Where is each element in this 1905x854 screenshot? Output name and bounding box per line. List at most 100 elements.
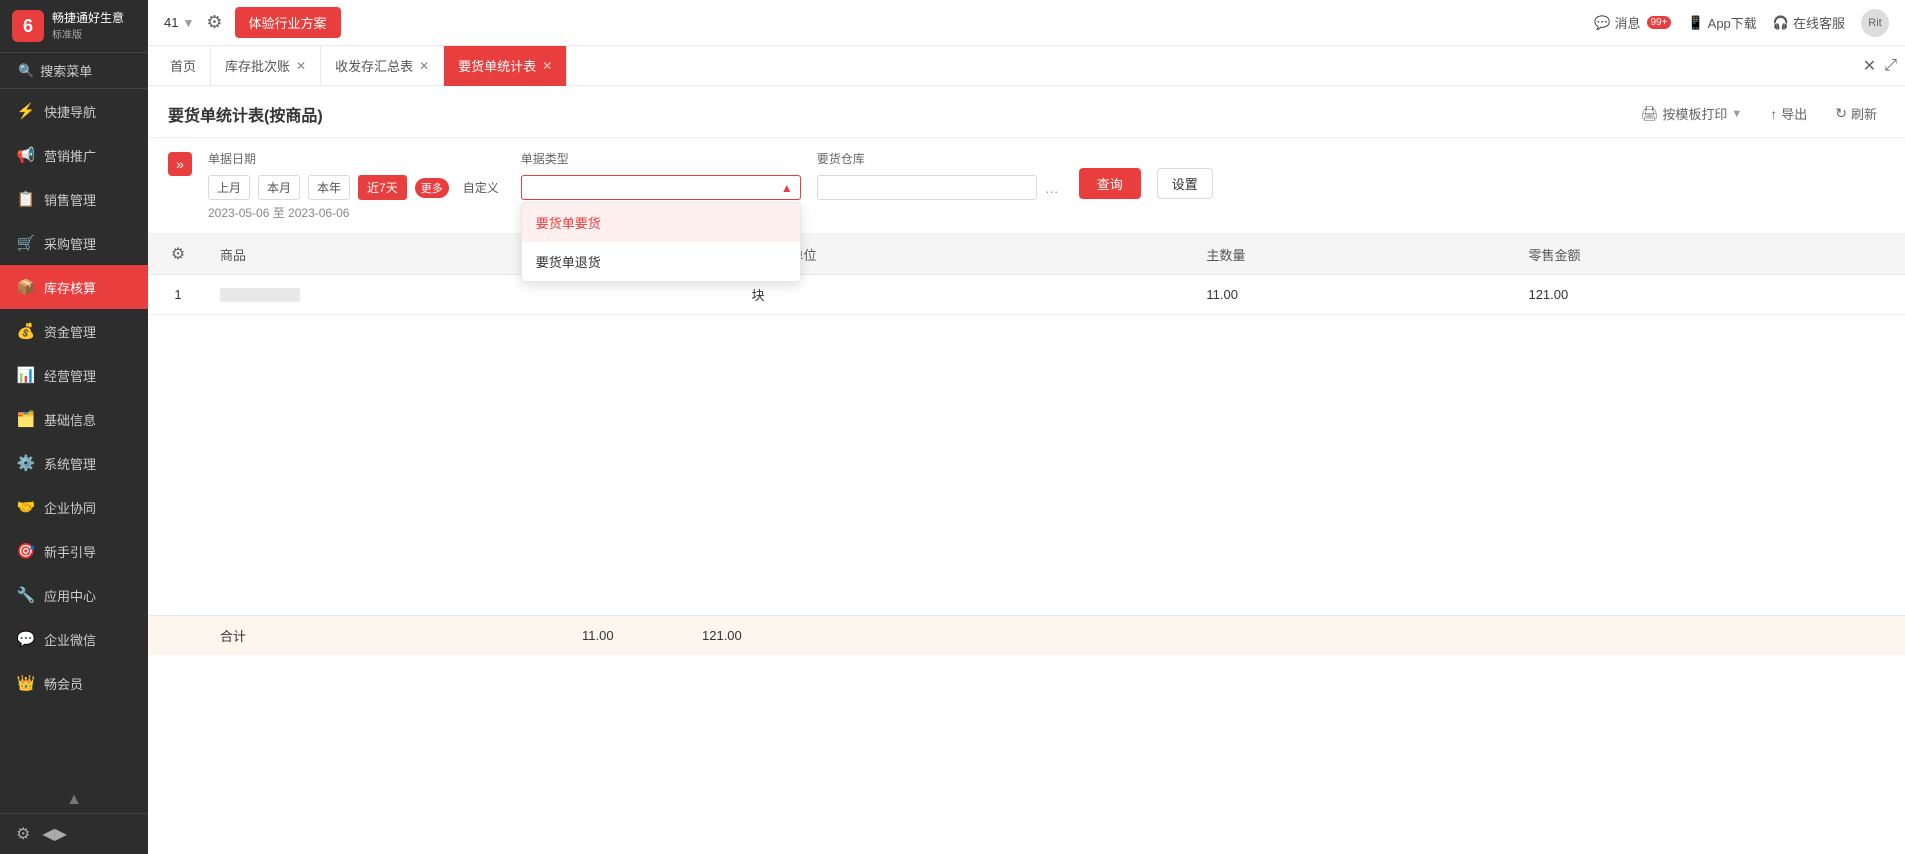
- col-quantity: 主数量: [1194, 234, 1516, 275]
- col-settings[interactable]: ⚙: [148, 234, 208, 275]
- date-range-display: 2023-05-06 至 2023-06-06: [208, 204, 505, 221]
- sidebar-item-apps[interactable]: 🔧 应用中心: [0, 573, 148, 617]
- sidebar-item-purchase[interactable]: 🛒 采购管理: [0, 221, 148, 265]
- app-logo-icon: 6: [12, 10, 44, 42]
- this-month-button[interactable]: 本月: [258, 175, 300, 200]
- sidebar-item-label: 企业协同: [44, 498, 96, 517]
- sidebar-item-guide[interactable]: 🎯 新手引导: [0, 529, 148, 573]
- refresh-label: 刷新: [1851, 104, 1877, 123]
- sidebar-search-label: 搜索菜单: [40, 61, 92, 80]
- sidebar-item-label: 快捷导航: [44, 102, 96, 121]
- sidebar-item-quick-nav[interactable]: ⚡ 快捷导航: [0, 89, 148, 133]
- purchase-icon: 🛒: [16, 233, 36, 253]
- tab-fullscreen-icon[interactable]: ⤢: [1884, 57, 1897, 75]
- sidebar-item-label: 基础信息: [44, 410, 96, 429]
- dropdown-item-order-return[interactable]: 要货单退货: [522, 242, 800, 281]
- system-icon: ⚙️: [16, 453, 36, 473]
- sidebar-item-system[interactable]: ⚙️ 系统管理: [0, 441, 148, 485]
- footer-row: 合计 11.00 121.00: [160, 626, 1893, 645]
- user-avatar[interactable]: Rit: [1861, 9, 1889, 37]
- warehouse-input[interactable]: [817, 175, 1037, 200]
- this-year-button[interactable]: 本年: [308, 175, 350, 200]
- tab-inventory-batch[interactable]: 库存批次账 ✕: [211, 46, 321, 86]
- sidebar-item-label: 畅会员: [44, 674, 83, 693]
- order-type-label: 单据类型: [521, 150, 801, 167]
- tab-receivable-summary-label: 收发存汇总表: [335, 56, 413, 75]
- apps-icon: 🔧: [16, 585, 36, 605]
- row-quantity: 11.00: [1194, 275, 1516, 315]
- warehouse-more-icon[interactable]: …: [1041, 180, 1063, 196]
- collapse-icon[interactable]: ◀▶: [42, 824, 67, 844]
- sidebar-nav: ⚡ 快捷导航 📢 营销推广 📋 销售管理 🛒 采购管理 📦 库存核算 💰 资金管…: [0, 89, 148, 787]
- dropdown-item-order-goods[interactable]: 要货单要货: [522, 203, 800, 242]
- tabs-bar: 首页 库存批次账 ✕ 收发存汇总表 ✕ 要货单统计表 ✕ ✕ ⤢: [148, 46, 1905, 86]
- export-label: 导出: [1781, 104, 1807, 123]
- sidebar-item-label: 资金管理: [44, 322, 96, 341]
- tab-home[interactable]: 首页: [156, 46, 211, 86]
- filter-expand-button[interactable]: »: [168, 152, 192, 176]
- app-download-button[interactable]: 📱 App下载: [1687, 13, 1756, 32]
- tab-home-label: 首页: [170, 56, 196, 75]
- customer-service-button[interactable]: 🎧 在线客服: [1773, 13, 1845, 32]
- tab-order-summary[interactable]: 要货单统计表 ✕: [444, 46, 567, 86]
- sidebar-item-label: 应用中心: [44, 586, 96, 605]
- page-content: 要货单统计表(按商品) 🖨 按模板打印 ▼ ↑ 导出 ↻ 刷新: [148, 86, 1905, 854]
- more-dates-button[interactable]: 更多: [415, 178, 449, 198]
- quick-nav-icon: ⚡: [16, 101, 36, 121]
- sidebar-item-wechat[interactable]: 💬 企业微信: [0, 617, 148, 661]
- messages-button[interactable]: 💬 消息 99+: [1594, 13, 1671, 32]
- tab-receivable-summary-close[interactable]: ✕: [419, 59, 429, 73]
- sidebar-item-enterprise[interactable]: 🤝 企业协同: [0, 485, 148, 529]
- sidebar-item-operations[interactable]: 📊 经营管理: [0, 353, 148, 397]
- messages-label: 消息: [1614, 13, 1640, 32]
- basic-icon: 🗂️: [16, 409, 36, 429]
- tab-expand-icon[interactable]: ✕: [1863, 56, 1876, 76]
- store-id: 41: [164, 15, 178, 30]
- trial-button[interactable]: 体验行业方案: [235, 7, 341, 38]
- sidebar-item-finance[interactable]: 💰 资金管理: [0, 309, 148, 353]
- app-subtitle: 标准版: [52, 26, 124, 41]
- settings-icon[interactable]: ⚙: [16, 824, 30, 844]
- tabs-right-controls: ✕ ⤢: [1863, 56, 1905, 76]
- sidebar-item-member[interactable]: 👑 畅会员: [0, 661, 148, 705]
- sidebar-search[interactable]: 🔍 搜索菜单: [0, 53, 148, 89]
- export-button[interactable]: ↑ 导出: [1762, 100, 1815, 127]
- sidebar-item-marketing[interactable]: 📢 营销推广: [0, 133, 148, 177]
- sidebar-item-sales[interactable]: 📋 销售管理: [0, 177, 148, 221]
- marketing-icon: 📢: [16, 145, 36, 165]
- mobile-icon: 📱: [1687, 15, 1703, 31]
- topbar-settings-icon[interactable]: ⚙: [206, 12, 222, 33]
- table-settings-icon[interactable]: ⚙: [171, 246, 185, 263]
- chevron-down-icon: ▼: [182, 16, 194, 30]
- order-type-input[interactable]: [521, 175, 801, 200]
- page-header: 要货单统计表(按商品) 🖨 按模板打印 ▼ ↑ 导出 ↻ 刷新: [148, 86, 1905, 138]
- print-button[interactable]: 🖨 按模板打印 ▼: [1633, 100, 1751, 127]
- sidebar-item-basic[interactable]: 🗂️ 基础信息: [0, 397, 148, 441]
- last-7days-button[interactable]: 近7天: [358, 175, 407, 200]
- sidebar-item-label: 经营管理: [44, 366, 96, 385]
- footer-label: 合计: [220, 626, 450, 645]
- sidebar-item-inventory[interactable]: 📦 库存核算: [0, 265, 148, 309]
- member-icon: 👑: [16, 673, 36, 693]
- sidebar-scroll-up[interactable]: ▲: [0, 787, 148, 813]
- dropdown-item-label: 要货单退货: [536, 255, 601, 270]
- sidebar-item-label: 新手引导: [44, 542, 96, 561]
- query-button[interactable]: 查询: [1079, 168, 1141, 199]
- settings-button[interactable]: 设置: [1157, 168, 1213, 199]
- topbar-right: 💬 消息 99+ 📱 App下载 🎧 在线客服 Rit: [1594, 9, 1889, 37]
- order-type-filter-group: 单据类型 ▲ 要货单要货 要货单退货: [521, 150, 801, 200]
- tab-receivable-summary[interactable]: 收发存汇总表 ✕: [321, 46, 444, 86]
- table-header-row: ⚙ 商品 主计量单位 主数量 零: [148, 234, 1905, 275]
- filter-bar: » 单据日期 上月 本月 本年 近7天 更多 自定义 2023-05-06 至 …: [148, 138, 1905, 234]
- avatar-text: Rit: [1868, 17, 1881, 29]
- content-spacer: [148, 315, 1905, 615]
- store-selector[interactable]: 41 ▼: [164, 15, 194, 30]
- table-container: ⚙ 商品 主计量单位 主数量 零: [148, 234, 1905, 315]
- last-month-button[interactable]: 上月: [208, 175, 250, 200]
- col-unit: 主计量单位: [740, 234, 1195, 275]
- tab-order-summary-close[interactable]: ✕: [542, 59, 552, 73]
- tab-inventory-batch-close[interactable]: ✕: [296, 59, 306, 73]
- custom-date-button[interactable]: 自定义: [457, 176, 505, 199]
- refresh-button[interactable]: ↻ 刷新: [1827, 100, 1885, 127]
- tab-inventory-batch-label: 库存批次账: [225, 56, 290, 75]
